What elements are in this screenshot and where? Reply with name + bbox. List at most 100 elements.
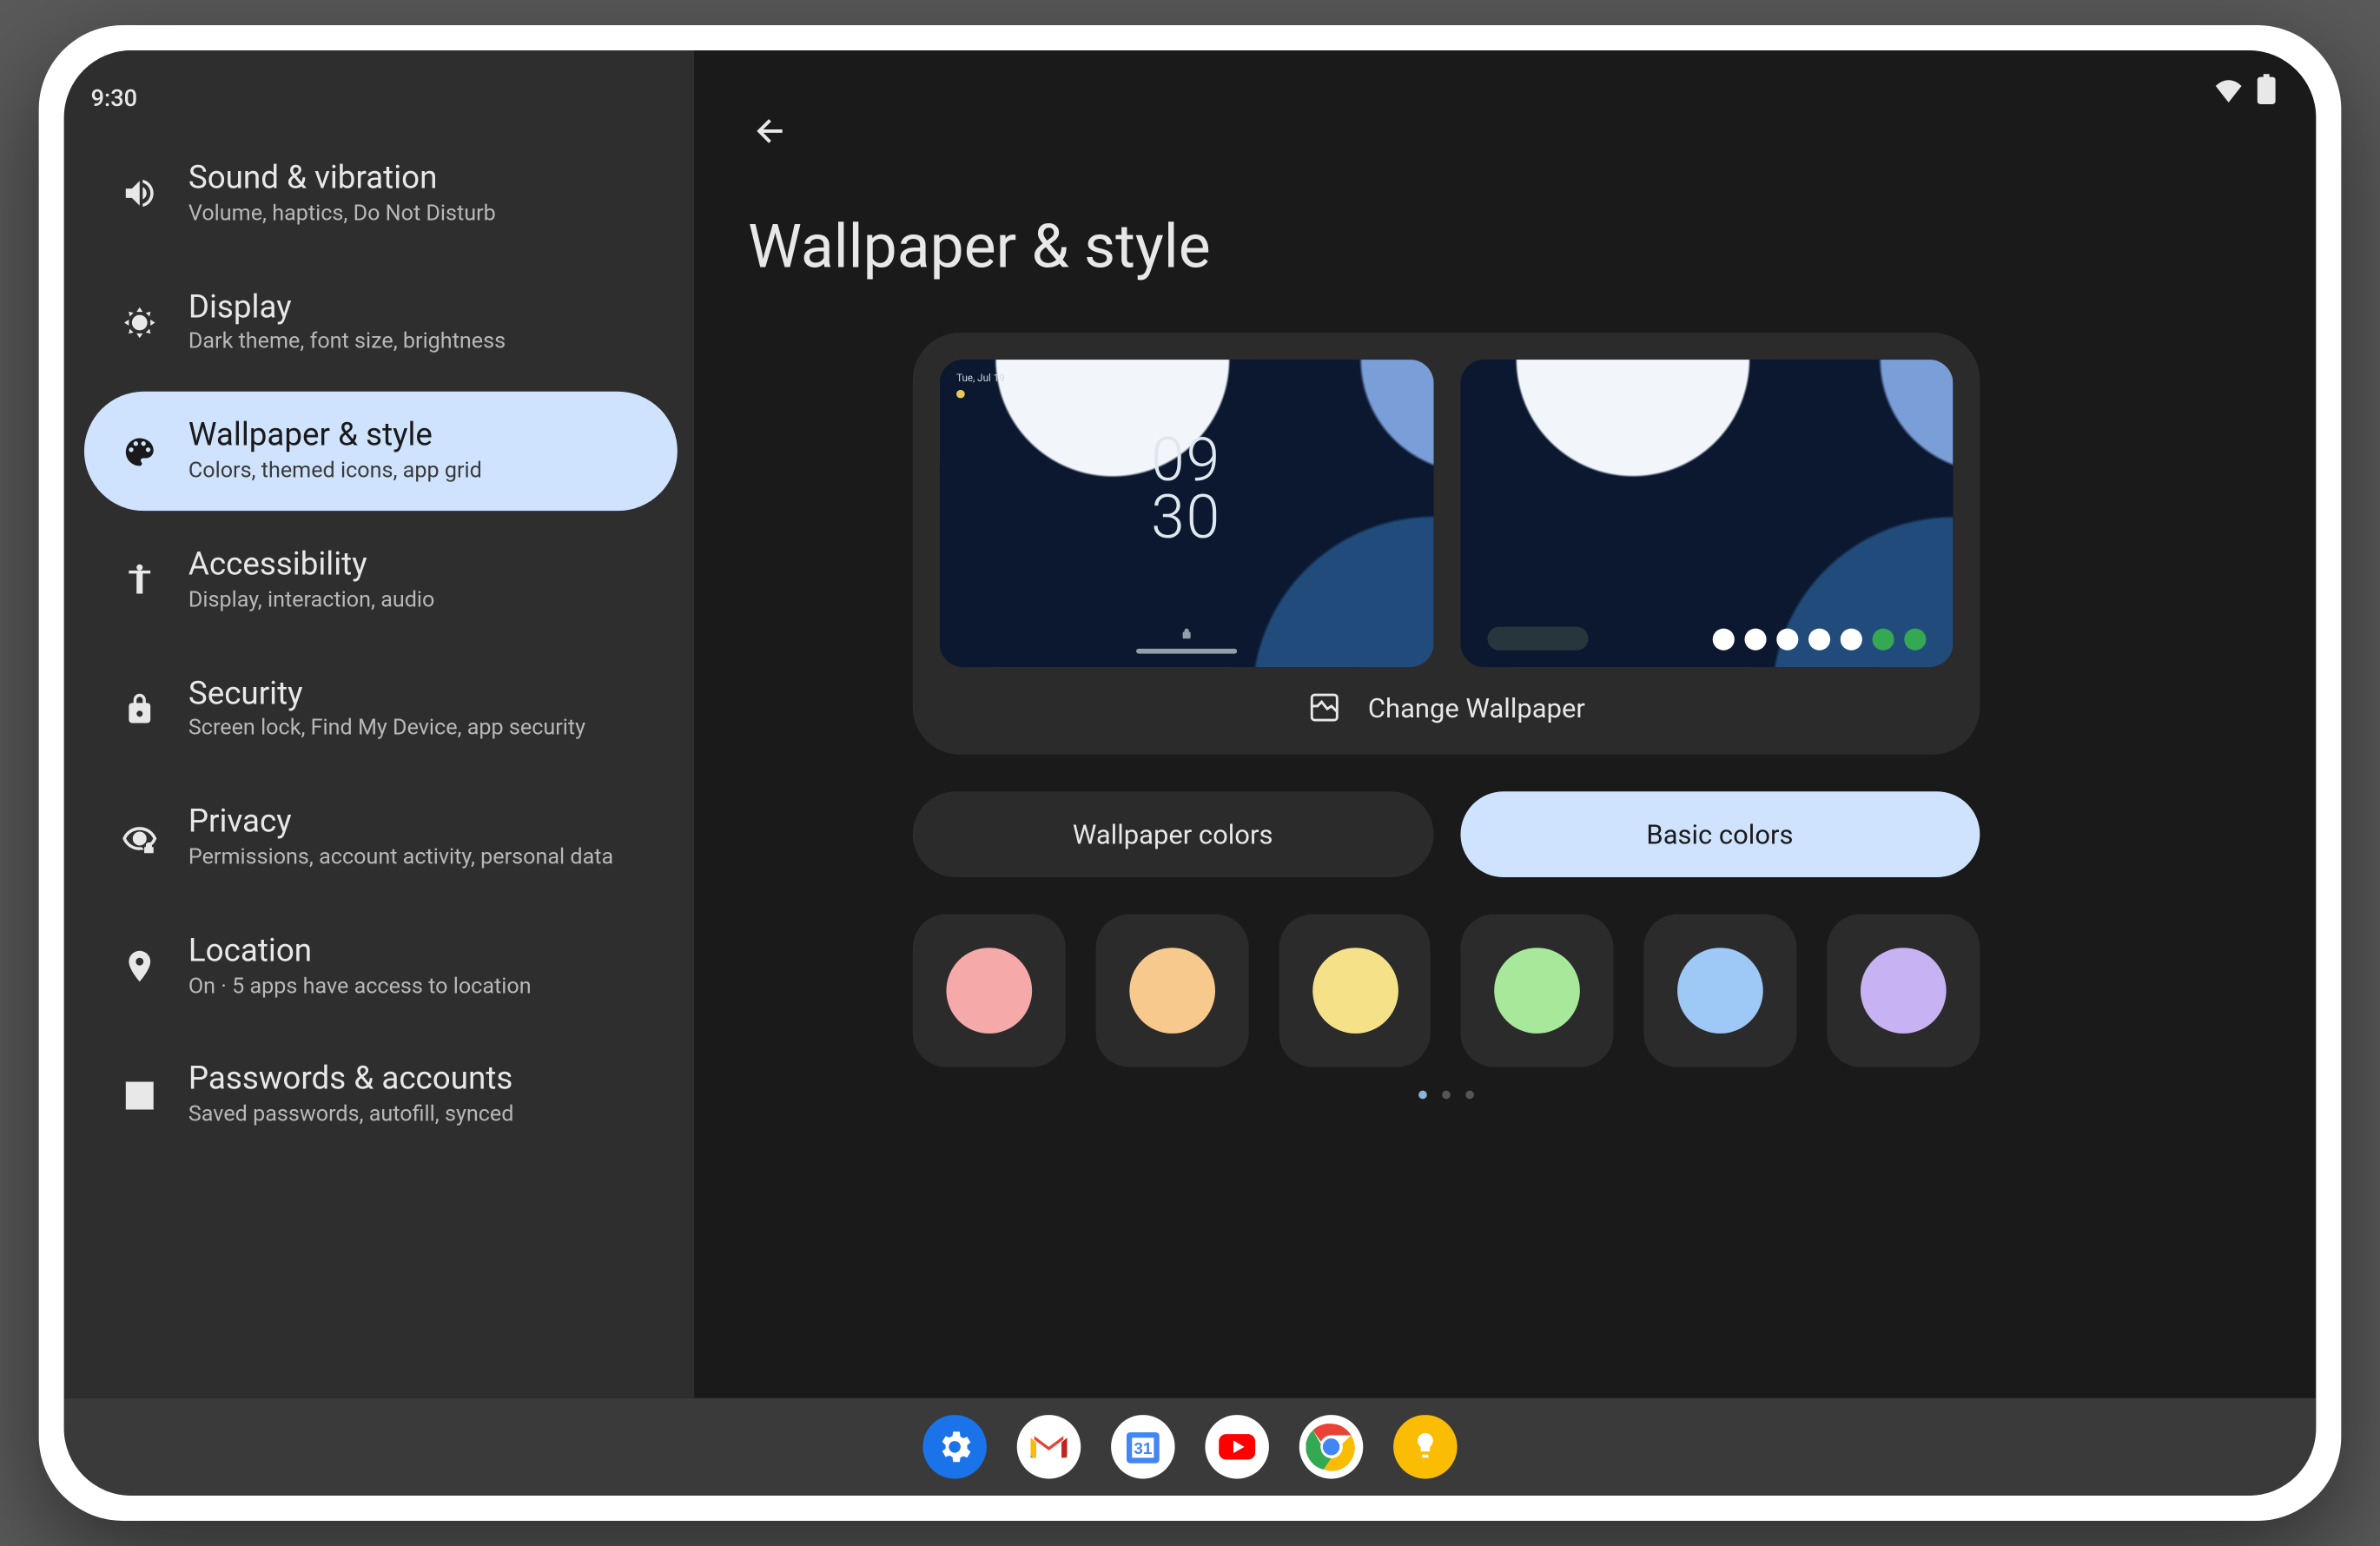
lock-icon [118,687,162,730]
sidebar-list: Sound & vibration Volume, haptics, Do No… [64,124,695,1398]
wifi-icon [2213,76,2244,109]
chrome-icon [1306,1422,1357,1472]
lock-clock: 09 30 [1151,432,1221,546]
basic-color-swatches [913,915,1980,1067]
color-swatch-2[interactable] [1279,915,1431,1067]
sidebar-item-label: Passwords & accounts [188,1060,514,1100]
sidebar-item-sublabel: Dark theme, font size, brightness [188,330,506,359]
pager-dot[interactable] [1442,1091,1451,1100]
accessibility-icon [118,558,162,602]
swatch-dot [1312,948,1398,1034]
color-swatch-1[interactable] [1095,915,1248,1067]
swatch-pager [913,1091,1980,1100]
dock-app-icon [1776,628,1798,650]
sidebar-item-passwords[interactable]: Passwords & accounts Saved passwords, au… [84,1036,678,1155]
tablet-frame: 9:30 Sound & vibration Volume, haptics, … [39,25,2342,1521]
tab-label: Wallpaper colors [1073,819,1273,851]
notif-dot-icon [956,390,965,399]
search-pill [1486,628,1587,651]
sidebar-item-location[interactable]: Location On · 5 apps have access to loca… [84,907,678,1026]
taskbar-app-chrome[interactable] [1299,1415,1364,1479]
calendar-icon: 31 [1121,1425,1165,1469]
palette-icon [118,430,162,473]
sidebar-item-sublabel: Permissions, account activity, personal … [188,845,613,874]
sidebar-item-sublabel: Colors, themed icons, app grid [188,459,482,487]
sidebar-item-privacy[interactable]: Privacy Permissions, account activity, p… [84,778,678,897]
gmail-icon [1027,1425,1070,1469]
tab-basic-colors[interactable]: Basic colors [1460,792,1980,878]
clock-text: 9:30 [91,86,137,113]
wallpaper-preview-card: Tue, Jul 19 09 30 [913,333,1980,755]
tab-label: Basic colors [1646,819,1793,851]
taskbar-app-calendar[interactable]: 31 [1111,1415,1175,1479]
lock-mini-icon [1180,618,1193,634]
color-swatch-5[interactable] [1828,915,1980,1067]
sidebar-item-sublabel: Display, interaction, audio [188,588,435,617]
back-button[interactable] [738,97,805,164]
content-body: Tue, Jul 19 09 30 [694,282,2316,1398]
color-swatch-3[interactable] [1461,915,1614,1067]
dock-app-icon [1841,628,1862,650]
change-wallpaper-button[interactable]: Change Wallpaper [940,668,1954,738]
change-wallpaper-label: Change Wallpaper [1368,692,1585,724]
sound-icon [118,172,162,215]
swatch-dot [946,948,1031,1034]
dock-app-icon [1808,628,1830,650]
color-swatch-0[interactable] [913,915,1066,1067]
sidebar-item-label: Privacy [188,802,613,842]
sidebar-item-sound[interactable]: Sound & vibration Volume, haptics, Do No… [84,135,678,254]
dock-app-icon [1904,628,1926,650]
tab-wallpaper-colors[interactable]: Wallpaper colors [913,792,1433,878]
sidebar-item-wallpaper[interactable]: Wallpaper & style Colors, themed icons, … [84,392,678,511]
account-icon [118,1074,162,1117]
swatch-dot [1678,948,1763,1034]
lock-date: Tue, Jul 19 [956,373,1005,386]
lockscreen-preview[interactable]: Tue, Jul 19 09 30 [940,360,1433,668]
battery-icon [2258,74,2276,111]
content-pane: Wallpaper & style Tue, Jul 19 09 30 [694,50,2316,1398]
color-swatch-4[interactable] [1644,915,1797,1067]
privacy-icon [118,816,162,859]
statusbar-right [2213,74,2276,111]
main-area: 9:30 Sound & vibration Volume, haptics, … [64,50,2317,1398]
screen: 9:30 Sound & vibration Volume, haptics, … [64,50,2317,1496]
sidebar-item-label: Location [188,931,532,971]
sidebar-item-label: Display [188,287,506,327]
homescreen-preview[interactable] [1460,360,1954,668]
dock-app-icon [1873,628,1894,650]
taskbar-app-gmail[interactable] [1017,1415,1081,1479]
taskbar: 31 [64,1398,2317,1496]
keep-icon [1407,1429,1445,1466]
pager-dot[interactable] [1418,1091,1427,1100]
brightness-icon [118,301,162,344]
gesture-bar [1136,650,1237,655]
sidebar-item-display[interactable]: Display Dark theme, font size, brightnes… [84,263,678,382]
sidebar-item-label: Security [188,673,585,713]
taskbar-app-settings[interactable] [922,1415,987,1479]
sidebar-item-accessibility[interactable]: Accessibility Display, interaction, audi… [84,521,678,640]
swatch-dot [1129,948,1214,1034]
sidebar-item-sublabel: Volume, haptics, Do Not Disturb [188,202,496,230]
swatch-dot [1495,948,1580,1034]
statusbar-time: 9:30 [64,64,695,125]
page-title: Wallpaper & style [748,212,2316,282]
settings-sidebar: 9:30 Sound & vibration Volume, haptics, … [64,50,695,1398]
sidebar-item-label: Sound & vibration [188,158,496,198]
gear-icon [935,1427,975,1467]
sidebar-item-sublabel: Screen lock, Find My Device, app securit… [188,717,585,745]
sidebar-item-sublabel: Saved passwords, autofill, synced [188,1103,514,1132]
sidebar-item-label: Accessibility [188,545,435,585]
youtube-icon [1215,1425,1259,1469]
dock-app-icon [1713,628,1735,650]
dock-app-icon [1744,628,1766,650]
taskbar-app-keep[interactable] [1393,1415,1458,1479]
home-dock [1486,624,1926,655]
taskbar-app-youtube[interactable] [1205,1415,1269,1479]
sidebar-item-sublabel: On · 5 apps have access to location [188,974,532,1002]
wallpaper-icon [1307,691,1341,725]
location-icon [118,945,162,988]
sidebar-item-label: Wallpaper & style [188,415,482,455]
sidebar-item-security[interactable]: Security Screen lock, Find My Device, ap… [84,650,678,769]
swatch-dot [1861,948,1946,1034]
pager-dot[interactable] [1465,1091,1474,1100]
